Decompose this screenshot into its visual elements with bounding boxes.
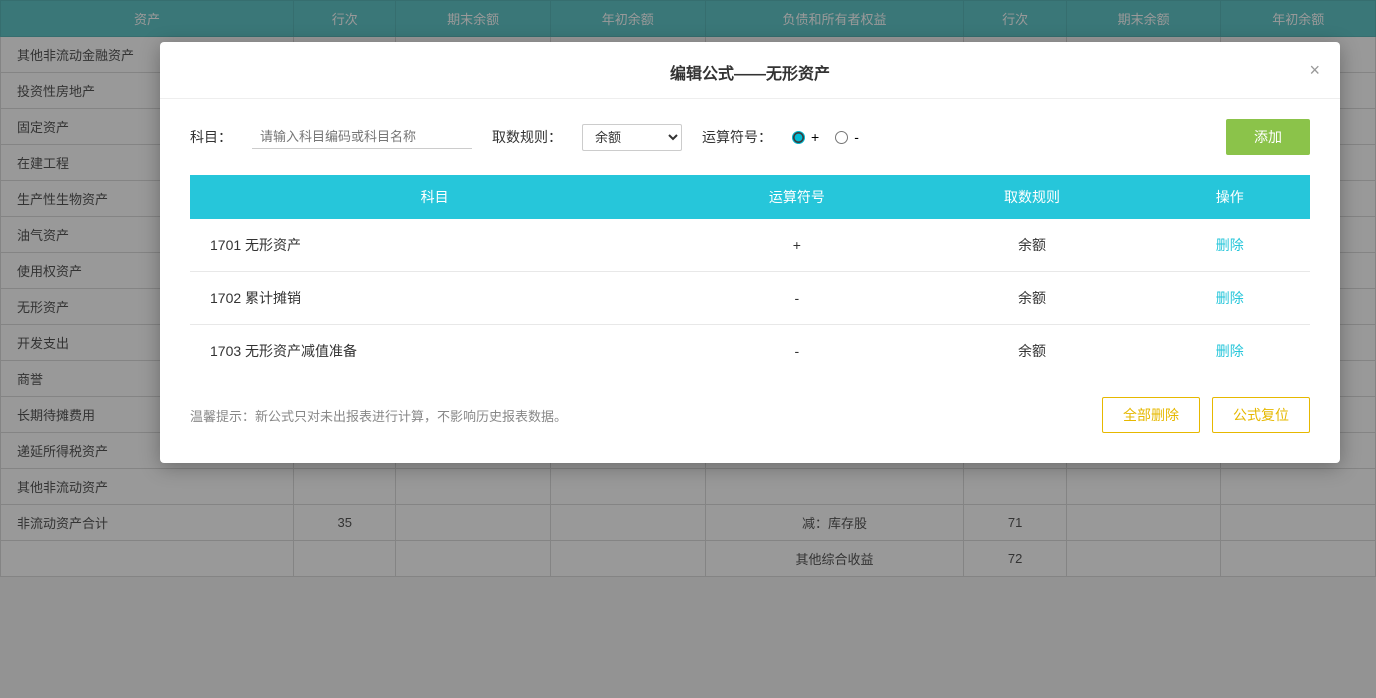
formula-action-cell: 删除: [1150, 219, 1310, 272]
subject-label: 科目：: [190, 127, 232, 147]
table-row: 1701 无形资产+余额 删除: [190, 219, 1310, 272]
formula-action-cell: 删除: [1150, 325, 1310, 378]
modal-footer: 温馨提示：新公式只对未出报表进行计算，不影响历史报表数据。 全部删除 公式复位: [160, 377, 1340, 433]
formula-col-header: 科目: [190, 175, 679, 219]
formula-subject-cell: 1701 无形资产: [190, 219, 679, 272]
subject-input[interactable]: [252, 125, 472, 149]
rule-label: 取数规则：: [492, 127, 562, 147]
delete-row-link[interactable]: 删除: [1216, 343, 1244, 359]
modal-close-button[interactable]: ×: [1309, 61, 1320, 79]
modal-header: 编辑公式——无形资产 ×: [160, 42, 1340, 99]
data-table-wrap: 科目运算符号取数规则操作 1701 无形资产+余额删除1702 累计摊销-余额删…: [160, 175, 1340, 377]
table-row: 1702 累计摊销-余额 删除: [190, 272, 1310, 325]
operator-label: 运算符号：: [702, 127, 772, 147]
formula-operator-cell: -: [679, 325, 914, 378]
table-body: 1701 无形资产+余额删除1702 累计摊销-余额删除1703 无形资产减值准…: [190, 219, 1310, 377]
table-header-row: 科目运算符号取数规则操作: [190, 175, 1310, 219]
formula-operator-cell: +: [679, 219, 914, 272]
operator-plus-label: +: [811, 129, 819, 145]
operator-minus-radio[interactable]: -: [835, 129, 859, 145]
modal-title: 编辑公式——无形资产: [670, 66, 830, 83]
formula-action-cell: 删除: [1150, 272, 1310, 325]
footer-tip: 温馨提示：新公式只对未出报表进行计算，不影响历史报表数据。: [190, 406, 567, 425]
formula-table: 科目运算符号取数规则操作 1701 无形资产+余额删除1702 累计摊销-余额删…: [190, 175, 1310, 377]
formula-rule-cell: 余额: [914, 219, 1149, 272]
formula-col-header: 操作: [1150, 175, 1310, 219]
rule-select-wrap: 余额: [582, 124, 682, 151]
edit-formula-modal: 编辑公式——无形资产 × 科目： 取数规则： 余额 运算符号： + - 添加: [160, 42, 1340, 463]
formula-col-header: 运算符号: [679, 175, 914, 219]
table-row: 1703 无形资产减值准备-余额 删除: [190, 325, 1310, 378]
delete-row-link[interactable]: 删除: [1216, 237, 1244, 253]
formula-subject-cell: 1702 累计摊销: [190, 272, 679, 325]
operator-plus-input[interactable]: [792, 131, 805, 144]
formula-rule-cell: 余额: [914, 325, 1149, 378]
delete-row-link[interactable]: 删除: [1216, 290, 1244, 306]
formula-subject-cell: 1703 无形资产减值准备: [190, 325, 679, 378]
footer-buttons: 全部删除 公式复位: [1102, 397, 1310, 433]
operator-group: + -: [792, 129, 859, 145]
rule-select[interactable]: 余额: [582, 124, 682, 151]
formula-rule-cell: 余额: [914, 272, 1149, 325]
reset-button[interactable]: 公式复位: [1212, 397, 1310, 433]
delete-all-button[interactable]: 全部删除: [1102, 397, 1200, 433]
form-row: 科目： 取数规则： 余额 运算符号： + - 添加: [160, 99, 1340, 175]
formula-col-header: 取数规则: [914, 175, 1149, 219]
operator-minus-label: -: [854, 129, 859, 145]
operator-plus-radio[interactable]: +: [792, 129, 819, 145]
operator-minus-input[interactable]: [835, 131, 848, 144]
formula-operator-cell: -: [679, 272, 914, 325]
add-button[interactable]: 添加: [1226, 119, 1310, 155]
